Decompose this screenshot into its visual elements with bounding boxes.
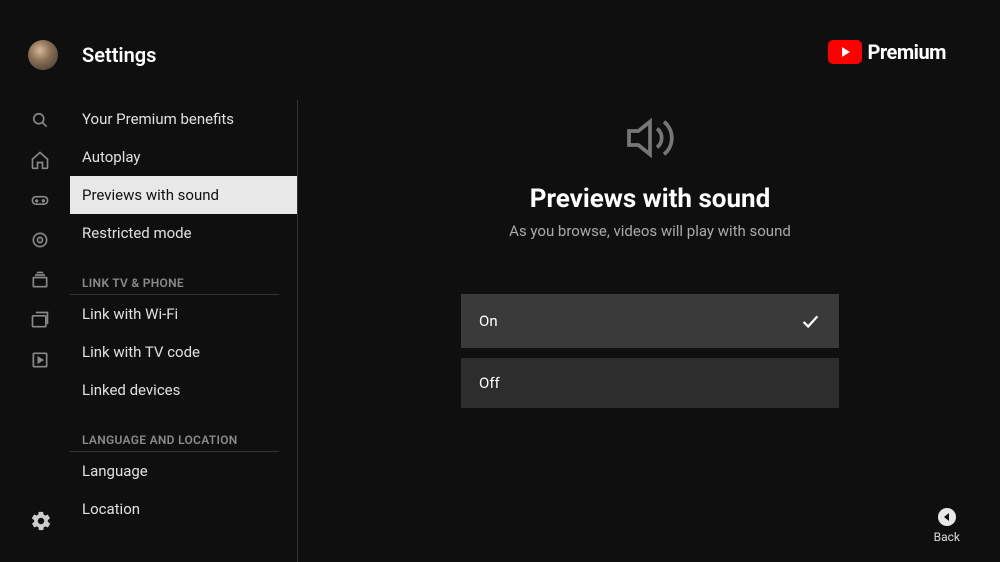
settings-sidebar: Your Premium benefits Autoplay Previews …	[70, 100, 298, 562]
premium-label: Premium	[868, 40, 946, 64]
sidebar-item-label: Your Premium benefits	[82, 110, 234, 128]
main-title: Previews with sound	[530, 184, 771, 214]
sidebar-item-premium-benefits[interactable]: Your Premium benefits	[70, 100, 297, 138]
sidebar-section-language-location: LANGUAGE AND LOCATION	[70, 427, 279, 452]
sidebar-icon-rail	[30, 110, 50, 370]
speaker-icon	[615, 110, 685, 166]
youtube-play-icon	[828, 40, 862, 64]
sidebar-item-autoplay[interactable]: Autoplay	[70, 138, 297, 176]
gear-icon[interactable]	[30, 510, 52, 532]
sidebar-item-label: Linked devices	[82, 381, 180, 399]
play-square-icon	[30, 350, 50, 370]
premium-badge: Premium	[828, 40, 946, 64]
sidebar-item-language[interactable]: Language	[70, 452, 297, 490]
main-description: As you browse, videos will play with sou…	[509, 222, 791, 240]
target-icon	[30, 230, 50, 250]
home-icon	[30, 150, 50, 170]
sidebar-item-label: Location	[82, 500, 140, 518]
game-controller-icon	[30, 190, 50, 210]
avatar[interactable]	[28, 40, 58, 70]
sidebar-item-previews-sound[interactable]: Previews with sound	[70, 176, 297, 214]
library-icon	[30, 310, 50, 330]
sidebar-item-label: Previews with sound	[82, 186, 219, 204]
sidebar-item-link-tv-code[interactable]: Link with TV code	[70, 333, 297, 371]
sidebar-item-label: Link with Wi-Fi	[82, 305, 178, 323]
search-icon	[30, 110, 50, 130]
sidebar-item-restricted-mode[interactable]: Restricted mode	[70, 214, 297, 252]
option-label: Off	[479, 374, 500, 392]
sidebar-item-label: Link with TV code	[82, 343, 200, 361]
sidebar-section-link-tv-phone: LINK TV & PHONE	[70, 270, 279, 295]
main-panel: Previews with sound As you browse, video…	[300, 100, 1000, 562]
sidebar-item-linked-devices[interactable]: Linked devices	[70, 371, 297, 409]
check-icon	[799, 310, 821, 332]
back-label: Back	[934, 530, 960, 544]
sidebar-item-location[interactable]: Location	[70, 490, 297, 528]
sidebar-item-link-wifi[interactable]: Link with Wi-Fi	[70, 295, 297, 333]
page-title: Settings	[82, 43, 156, 67]
subscriptions-icon	[30, 270, 50, 290]
option-list: On Off	[461, 294, 839, 408]
option-on[interactable]: On	[461, 294, 839, 348]
sidebar-item-label: Language	[82, 462, 148, 480]
sidebar-item-label: Restricted mode	[82, 224, 192, 242]
sidebar-item-label: Autoplay	[82, 148, 141, 166]
option-off[interactable]: Off	[461, 358, 839, 408]
back-button[interactable]: Back	[934, 508, 960, 544]
option-label: On	[479, 312, 498, 330]
back-icon	[938, 508, 956, 526]
